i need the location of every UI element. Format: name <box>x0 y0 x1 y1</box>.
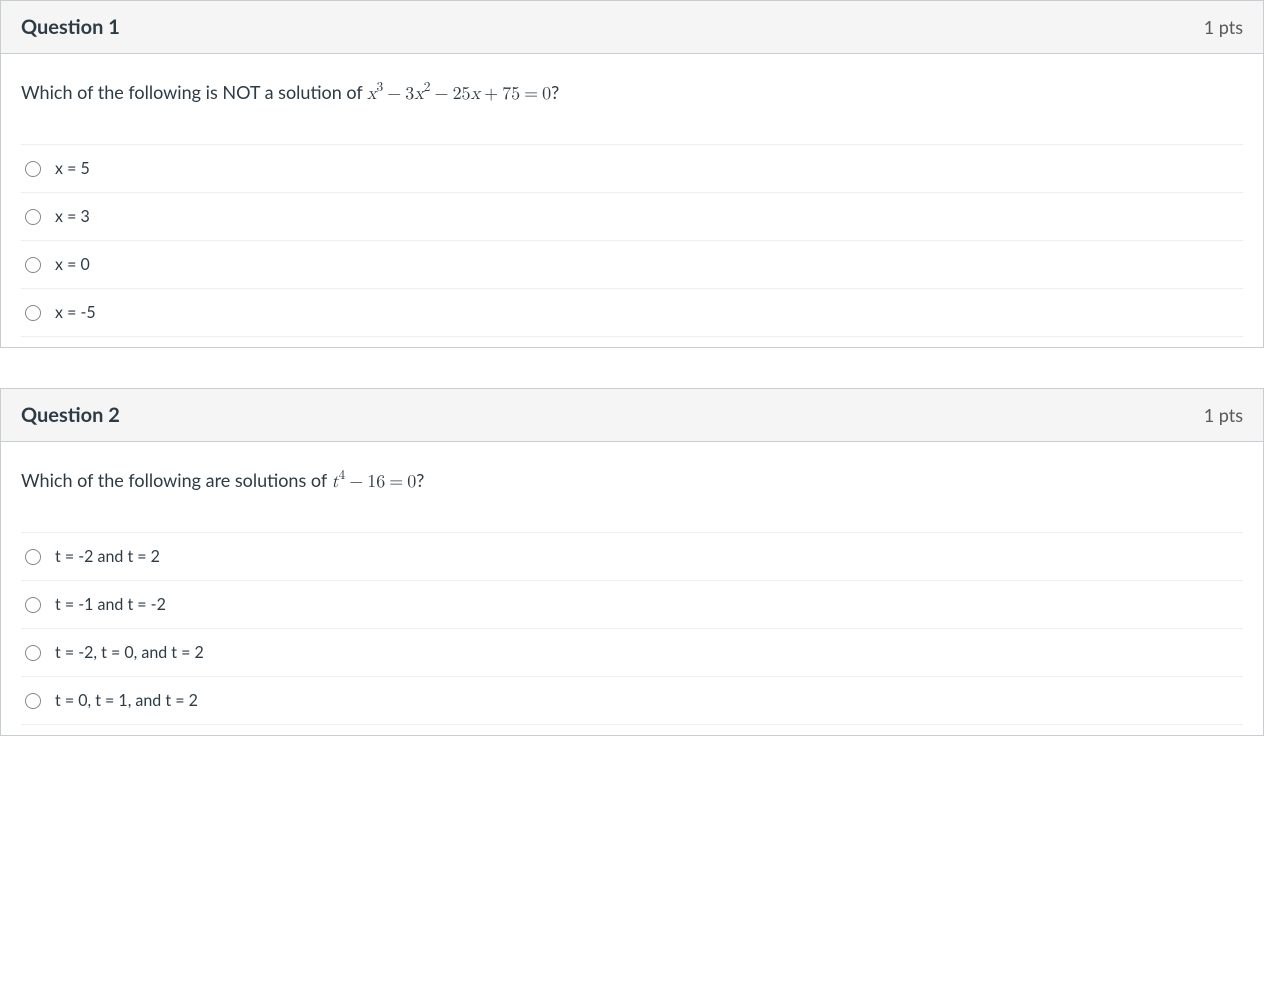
answer-label: x = 3 <box>55 207 90 226</box>
answer-label: x = -5 <box>55 303 96 322</box>
answer-option[interactable]: t = -1 and t = -2 <box>21 580 1243 628</box>
question-points: 1 pts <box>1204 404 1243 426</box>
answer-option[interactable]: x = 5 <box>21 144 1243 192</box>
prompt-text: Which of the following are solutions of <box>21 469 331 491</box>
radio-icon[interactable] <box>25 549 41 565</box>
answer-option[interactable]: t = 0, t = 1, and t = 2 <box>21 676 1243 725</box>
question-prompt: Which of the following is NOT a solution… <box>21 78 1243 108</box>
question-card: Question 1 1 pts Which of the following … <box>0 0 1264 348</box>
radio-icon[interactable] <box>25 693 41 709</box>
prompt-text: Which of the following is NOT a solution… <box>21 81 367 103</box>
question-body: Which of the following is NOT a solution… <box>1 54 1263 347</box>
question-card: Question 2 1 pts Which of the following … <box>0 388 1264 736</box>
question-title: Question 1 <box>21 15 120 39</box>
radio-icon[interactable] <box>25 597 41 613</box>
radio-icon[interactable] <box>25 209 41 225</box>
answer-label: x = 0 <box>55 255 90 274</box>
answer-option[interactable]: x = 3 <box>21 192 1243 240</box>
radio-icon[interactable] <box>25 257 41 273</box>
question-prompt: Which of the following are solutions of … <box>21 466 1243 496</box>
answer-option[interactable]: t = -2 and t = 2 <box>21 532 1243 580</box>
answer-label: t = -1 and t = -2 <box>55 595 166 614</box>
question-body: Which of the following are solutions of … <box>1 442 1263 735</box>
answer-option[interactable]: x = -5 <box>21 288 1243 337</box>
question-points: 1 pts <box>1204 16 1243 38</box>
answer-label: x = 5 <box>55 159 90 178</box>
answer-option[interactable]: t = -2, t = 0, and t = 2 <box>21 628 1243 676</box>
question-header: Question 2 1 pts <box>1 389 1263 442</box>
prompt-math: x3−3x2−25x+75=0? <box>367 81 559 103</box>
radio-icon[interactable] <box>25 645 41 661</box>
answer-label: t = -2, t = 0, and t = 2 <box>55 643 204 662</box>
answer-option[interactable]: x = 0 <box>21 240 1243 288</box>
radio-icon[interactable] <box>25 161 41 177</box>
prompt-math: t4−16=0? <box>331 469 424 491</box>
radio-icon[interactable] <box>25 305 41 321</box>
answer-list: t = -2 and t = 2 t = -1 and t = -2 t = -… <box>21 532 1243 725</box>
answer-label: t = -2 and t = 2 <box>55 547 160 566</box>
answer-list: x = 5 x = 3 x = 0 x = -5 <box>21 144 1243 337</box>
question-header: Question 1 1 pts <box>1 1 1263 54</box>
answer-label: t = 0, t = 1, and t = 2 <box>55 691 198 710</box>
question-title: Question 2 <box>21 403 120 427</box>
